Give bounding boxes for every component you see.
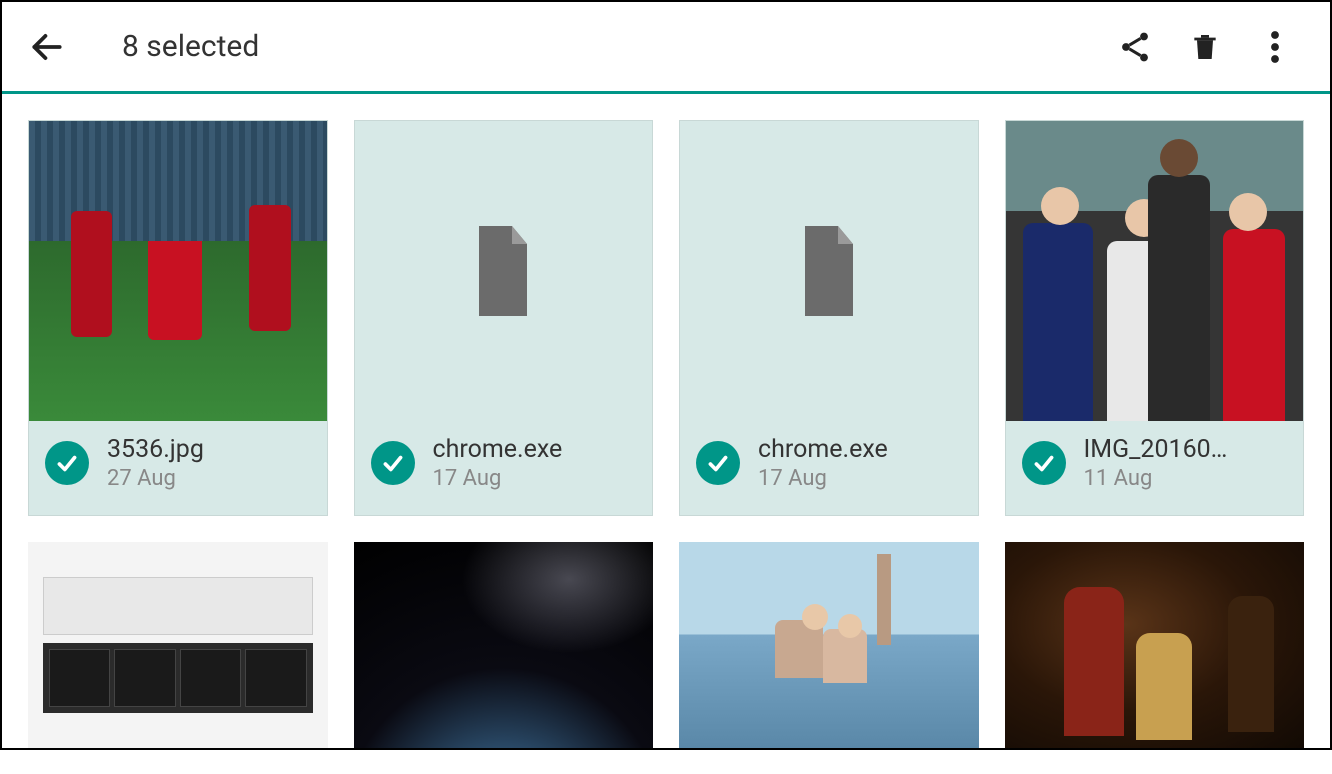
file-name: chrome.exe <box>758 435 888 464</box>
selected-check-icon <box>1022 441 1066 485</box>
file-info: chrome.exe 17 Aug <box>680 421 978 505</box>
file-thumbnail <box>1005 542 1305 748</box>
back-button[interactable] <box>22 22 72 72</box>
selected-check-icon <box>371 441 415 485</box>
selected-check-icon <box>696 441 740 485</box>
file-info: IMG_20160… 11 Aug <box>1006 421 1304 505</box>
file-card[interactable] <box>1005 542 1305 748</box>
more-vert-icon <box>1270 29 1280 65</box>
selection-toolbar: 8 selected <box>2 2 1330 94</box>
selected-check-icon <box>45 441 89 485</box>
file-card[interactable]: chrome.exe 17 Aug <box>354 120 654 516</box>
file-name: 3536.jpg <box>107 435 204 464</box>
delete-button[interactable] <box>1170 12 1240 82</box>
file-thumbnail <box>29 121 327 421</box>
document-icon <box>793 226 865 316</box>
share-button[interactable] <box>1100 12 1170 82</box>
file-name: IMG_20160… <box>1084 435 1228 464</box>
file-thumbnail <box>1006 121 1304 421</box>
arrow-back-icon <box>28 28 66 66</box>
file-card[interactable]: 3536.jpg 27 Aug <box>28 120 328 516</box>
file-info: 3536.jpg 27 Aug <box>29 421 327 505</box>
more-options-button[interactable] <box>1240 12 1310 82</box>
file-card[interactable]: chrome.exe 17 Aug <box>679 120 979 516</box>
file-grid: 3536.jpg 27 Aug chrome.exe 17 Aug <box>2 94 1330 774</box>
document-icon <box>467 226 539 316</box>
share-icon <box>1117 29 1153 65</box>
file-date: 17 Aug <box>758 466 888 491</box>
selection-count-title: 8 selected <box>122 29 1100 64</box>
file-thumbnail <box>680 121 978 421</box>
file-name: chrome.exe <box>433 435 563 464</box>
file-date: 27 Aug <box>107 466 204 491</box>
file-date: 11 Aug <box>1084 466 1228 491</box>
file-thumbnail <box>355 121 653 421</box>
file-card[interactable]: IMG_20160… 11 Aug <box>1005 120 1305 516</box>
file-thumbnail <box>28 542 328 748</box>
file-thumbnail <box>354 542 654 748</box>
file-card[interactable] <box>28 542 328 748</box>
trash-icon <box>1189 29 1221 65</box>
file-card[interactable] <box>354 542 654 748</box>
file-card[interactable] <box>679 542 979 748</box>
file-info: chrome.exe 17 Aug <box>355 421 653 505</box>
file-date: 17 Aug <box>433 466 563 491</box>
file-thumbnail <box>679 542 979 748</box>
